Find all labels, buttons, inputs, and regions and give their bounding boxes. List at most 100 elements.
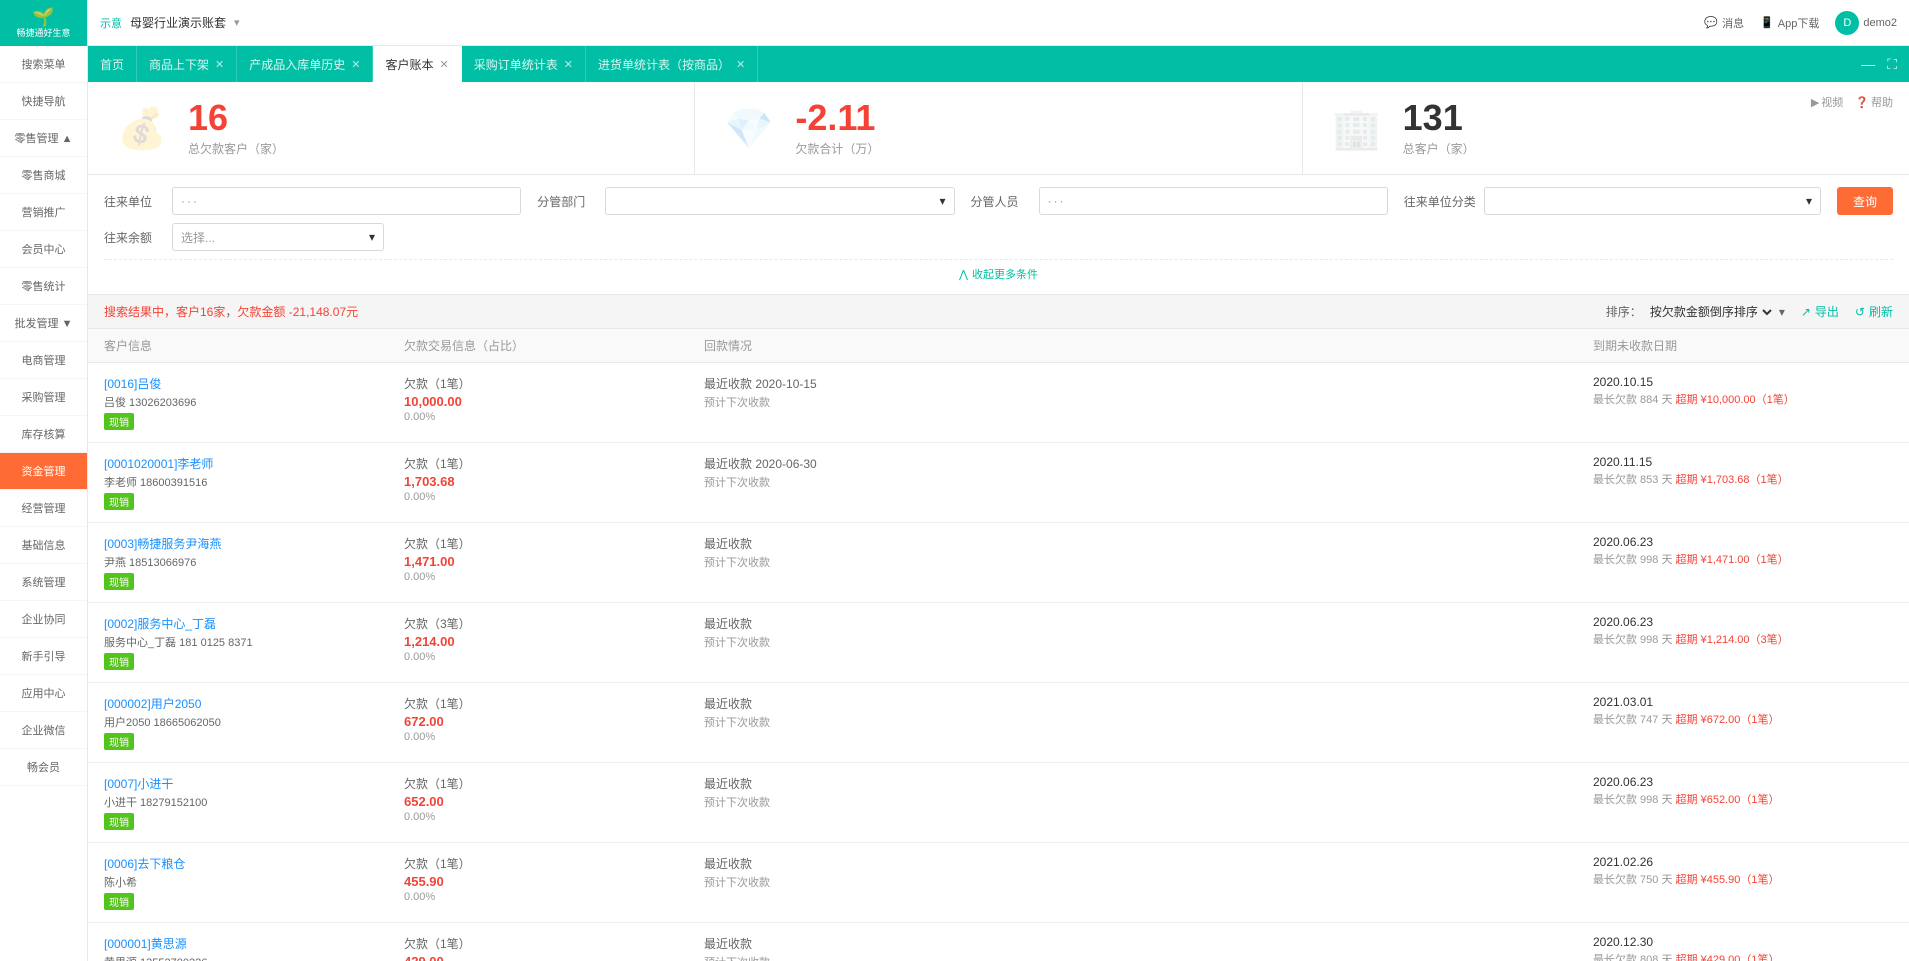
tab-close-inventory-stat[interactable]: ✕ bbox=[736, 58, 745, 71]
tab-close-product-history[interactable]: ✕ bbox=[351, 58, 360, 71]
help-btn[interactable]: ❓ 帮助 bbox=[1855, 94, 1893, 110]
customer-cell-0: [0016]吕俊 吕俊 13026203696 现销 bbox=[104, 375, 404, 430]
app-download-btn[interactable]: 📱 App下载 bbox=[1760, 15, 1819, 31]
export-button[interactable]: ↗ 导出 bbox=[1801, 303, 1839, 320]
sidebar-item-purchase-mgmt[interactable]: 采购管理 bbox=[0, 379, 87, 416]
sidebar-item-app-center[interactable]: 应用中心 bbox=[0, 675, 87, 712]
overdue-link-4[interactable]: 超期 ¥672.00（1笔） bbox=[1676, 714, 1780, 726]
customer-name-3[interactable]: [0002]服务中心_丁磊 bbox=[104, 617, 216, 631]
next-collection-5: 预计下次收款 bbox=[704, 794, 1593, 810]
sidebar-item-enterprise[interactable]: 企业协同 bbox=[0, 601, 87, 638]
tab-close-product-shelf[interactable]: ✕ bbox=[215, 58, 224, 71]
source-unit-input[interactable]: ··· bbox=[172, 187, 521, 215]
customer-tag-2: 现销 bbox=[104, 573, 134, 590]
tab-purchase-order[interactable]: 采购订单统计表 ✕ bbox=[462, 46, 586, 82]
due-date-7: 2020.12.30 bbox=[1593, 935, 1893, 949]
overdue-link-1[interactable]: 超期 ¥1,703.68（1笔） bbox=[1676, 474, 1789, 486]
customer-tag-3: 现销 bbox=[104, 653, 134, 670]
customer-cell-2: [0003]畅捷服务尹海燕 尹燕 18513066976 现销 bbox=[104, 535, 404, 590]
tab-close-purchase-order[interactable]: ✕ bbox=[564, 58, 573, 71]
last-collection-6: 最近收款 bbox=[704, 855, 1593, 872]
tab-customer-account[interactable]: 客户账本 ✕ bbox=[373, 46, 461, 82]
overdue-link-2[interactable]: 超期 ¥1,471.00（1笔） bbox=[1676, 554, 1789, 566]
sidebar-item-newbie[interactable]: 新手引导 bbox=[0, 638, 87, 675]
stat-card-total: 🏢 131 总客户（家） ▶ 视频 ❓ 帮助 bbox=[1303, 82, 1909, 174]
tab-home[interactable]: 首页 bbox=[88, 46, 137, 82]
sidebar-item-member-center[interactable]: 会员中心 bbox=[0, 231, 87, 268]
collection-cell-0: 最近收款 2020-10-15 预计下次收款 bbox=[704, 375, 1593, 410]
sidebar-item-ops-mgmt[interactable]: 经营管理 bbox=[0, 490, 87, 527]
customer-name-6[interactable]: [0006]去下粮仓 bbox=[104, 857, 185, 871]
customer-cell-1: [0001020001]李老师 李老师 18600391516 现销 bbox=[104, 455, 404, 510]
debt-ratio-1: 0.00% bbox=[404, 491, 704, 503]
customer-name-4[interactable]: [000002]用户2050 bbox=[104, 697, 201, 711]
customer-tag-6: 现销 bbox=[104, 893, 134, 910]
overdue-link-5[interactable]: 超期 ¥652.00（1笔） bbox=[1676, 794, 1780, 806]
customer-contact-3: 服务中心_丁磊 181 0125 8371 bbox=[104, 634, 404, 650]
sidebar-item-basic-info[interactable]: 基础信息 bbox=[0, 527, 87, 564]
sidebar-item-search-menu[interactable]: 搜索菜单 bbox=[0, 46, 87, 83]
debt-count-1: 欠款（1笔） bbox=[404, 455, 704, 472]
tab-label-customer-account: 客户账本 bbox=[385, 56, 433, 73]
tab-product-shelf[interactable]: 商品上下架✕ bbox=[137, 46, 237, 82]
sidebar-item-retail-stat[interactable]: 零售统计 bbox=[0, 268, 87, 305]
collapse-button[interactable]: ⋀ 收起更多条件 bbox=[959, 266, 1038, 282]
customer-name-7[interactable]: [000001]黄思源 bbox=[104, 937, 187, 951]
user-avatar-btn[interactable]: D demo2 bbox=[1835, 11, 1897, 35]
avatar: D bbox=[1835, 11, 1859, 35]
customer-contact-7: 黄思源 13552700226 bbox=[104, 954, 404, 961]
manager-input[interactable]: ··· bbox=[1039, 187, 1388, 215]
sidebar-item-system-mgmt[interactable]: 系统管理 bbox=[0, 564, 87, 601]
balance-select[interactable]: 选择... ▾ bbox=[172, 223, 384, 251]
due-cell-0: 2020.10.15 最长欠款 884 天 超期 ¥10,000.00（1笔） bbox=[1593, 375, 1893, 407]
overdue-link-0[interactable]: 超期 ¥10,000.00（1笔） bbox=[1676, 394, 1795, 406]
sort-select[interactable]: 按欠款金额倒序排序 bbox=[1646, 304, 1775, 320]
customer-name-2[interactable]: [0003]畅捷服务尹海燕 bbox=[104, 537, 221, 551]
refresh-button[interactable]: ↺ 刷新 bbox=[1855, 303, 1893, 320]
tabs-bar: 首页商品上下架✕产成品入库单历史✕客户账本✕采购订单统计表✕进货单统计表（按商品… bbox=[88, 46, 1909, 82]
debt-count-0: 欠款（1笔） bbox=[404, 375, 704, 392]
sidebar-item-batch-mgmt[interactable]: 批发管理 ▼ bbox=[0, 305, 87, 342]
result-bar: 搜索结果中，客户16家，欠款金额 -21,148.07元 排序： 按欠款金额倒序… bbox=[88, 295, 1909, 329]
tab-minimize-btn[interactable]: — bbox=[1857, 54, 1879, 74]
sidebar-item-retail-mall[interactable]: 零售商城 bbox=[0, 157, 87, 194]
dept-select[interactable]: ▾ bbox=[605, 187, 954, 215]
collection-cell-7: 最近收款 预计下次收款 bbox=[704, 935, 1593, 961]
video-btn[interactable]: ▶ 视频 bbox=[1811, 94, 1843, 110]
sidebar-item-marketing[interactable]: 营销推广 bbox=[0, 194, 87, 231]
sidebar-item-finance-mgmt[interactable]: 资金管理 bbox=[0, 453, 87, 490]
col-customer-header: 客户信息 bbox=[104, 337, 404, 354]
tab-product-history[interactable]: 产成品入库单历史✕ bbox=[237, 46, 373, 82]
stats-area: 💰 16 总欠款客户（家） 💎 -2.11 欠款合计（万） 🏢 131 总客户（… bbox=[88, 82, 1909, 175]
sidebar-item-enterprise-wechat[interactable]: 企业微信 bbox=[0, 712, 87, 749]
tab-maximize-btn[interactable]: ⛶ bbox=[1883, 54, 1901, 75]
overdue-link-3[interactable]: 超期 ¥1,214.00（3笔） bbox=[1676, 634, 1789, 646]
total-customers-label: 总客户（家） bbox=[1403, 140, 1475, 157]
tab-inventory-stat[interactable]: 进货单统计表（按商品）✕ bbox=[586, 46, 758, 82]
tab-close-customer-account[interactable]: ✕ bbox=[440, 58, 449, 71]
customer-name-0[interactable]: [0016]吕俊 bbox=[104, 377, 161, 391]
total-customers: 131 bbox=[1403, 100, 1475, 136]
debt-count-5: 欠款（1笔） bbox=[404, 775, 704, 792]
filter-row-1: 往来单位 ··· 分管部门 ▾ 分管人员 ··· 往来单位分类 bbox=[104, 187, 1893, 215]
collapse-icon: ⋀ bbox=[959, 268, 968, 281]
tab-label-purchase-order: 采购订单统计表 bbox=[474, 56, 558, 73]
debt-amount-7: 429.00 bbox=[404, 954, 704, 961]
sidebar-toggle[interactable]: 示意 bbox=[100, 15, 122, 31]
sidebar-item-inventory[interactable]: 库存核算 bbox=[0, 416, 87, 453]
debt-count-7: 欠款（1笔） bbox=[404, 935, 704, 952]
col-debt-header: 欠款交易信息（占比） bbox=[404, 337, 704, 354]
unit-type-select[interactable]: ▾ bbox=[1484, 187, 1821, 215]
overdue-link-7[interactable]: 超期 ¥429.00（1笔） bbox=[1676, 954, 1780, 961]
customer-name-1[interactable]: [0001020001]李老师 bbox=[104, 457, 213, 471]
sidebar-item-vip-member[interactable]: 畅会员 bbox=[0, 749, 87, 786]
message-icon-btn[interactable]: 💬 消息 bbox=[1704, 15, 1744, 31]
customer-name-5[interactable]: [0007]小进干 bbox=[104, 777, 173, 791]
overdue-link-6[interactable]: 超期 ¥455.90（1笔） bbox=[1676, 874, 1780, 886]
sidebar-item-ecommerce[interactable]: 电商管理 bbox=[0, 342, 87, 379]
sidebar-item-quick-nav[interactable]: 快捷导航 bbox=[0, 83, 87, 120]
sidebar-item-retail-mgmt[interactable]: 零售管理 ▲ bbox=[0, 120, 87, 157]
due-overdue-4: 最长欠款 747 天 超期 ¥672.00（1笔） bbox=[1593, 711, 1893, 727]
search-button[interactable]: 查询 bbox=[1837, 187, 1893, 215]
debt-cell-4: 欠款（1笔） 672.00 0.00% bbox=[404, 695, 704, 743]
